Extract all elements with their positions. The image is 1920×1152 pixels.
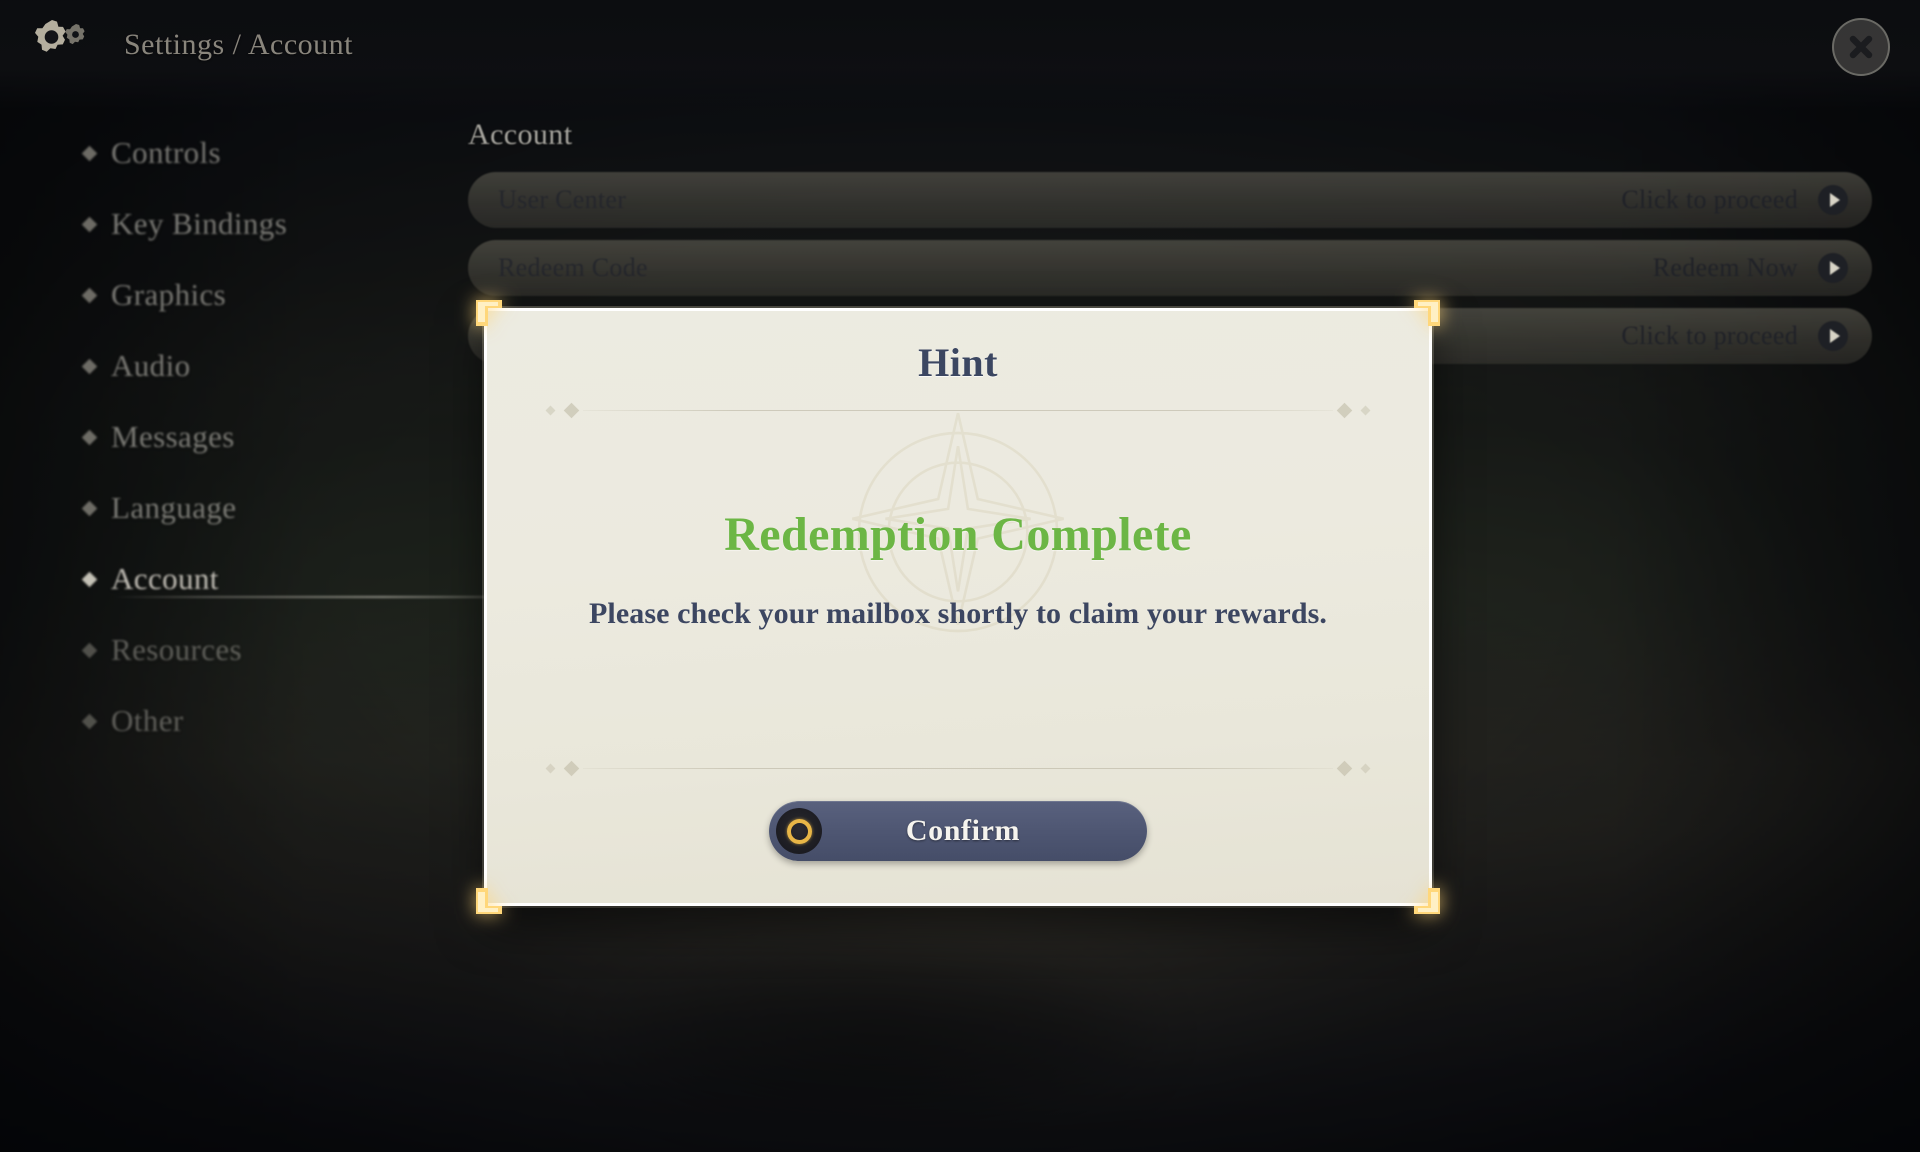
arrow-right-circle-icon[interactable] (1816, 183, 1850, 217)
top-bar: Settings / Account (0, 0, 1920, 110)
sidebar-item-account[interactable]: Account (81, 550, 564, 608)
diamond-bullet-icon (81, 713, 98, 729)
sidebar-item-key-bindings[interactable]: Key Bindings (81, 195, 414, 253)
divider-diamond (1336, 402, 1353, 418)
close-button[interactable] (1832, 18, 1890, 76)
settings-row[interactable]: User Center Click to proceed (468, 172, 1872, 228)
divider-diamond (545, 405, 556, 415)
settings-row-action-group[interactable]: Click to proceed (1621, 319, 1850, 353)
arrow-right-circle-icon (1818, 253, 1848, 283)
dialog-title: Hint (918, 340, 998, 385)
diamond-bullet-icon (81, 571, 98, 587)
confirm-button[interactable]: Confirm (769, 801, 1147, 861)
diamond-bullet-icon (81, 145, 98, 161)
dialog-message: Please check your mailbox shortly to cla… (588, 597, 1328, 630)
divider-diamond (1336, 760, 1353, 776)
sidebar-item-other[interactable]: Other (81, 692, 414, 750)
sidebar-item-audio[interactable]: Audio (81, 337, 414, 395)
arrow-right-circle-icon[interactable] (1816, 319, 1850, 353)
sidebar-item-language[interactable]: Language (81, 479, 414, 537)
diamond-bullet-icon (81, 287, 98, 303)
settings-sidebar: Controls Key Bindings Graphics Audio Message… (81, 124, 564, 763)
arrow-right-circle-icon (1818, 185, 1848, 215)
sidebar-item-label: Other (111, 703, 184, 738)
ring-token-icon (776, 808, 822, 854)
confirm-button-label: Confirm (905, 814, 1021, 847)
sidebar-item-graphics[interactable]: Graphics (81, 266, 414, 324)
sidebar-item-messages[interactable]: Messages (81, 408, 414, 466)
settings-row-label: User Center (498, 185, 627, 214)
settings-row-action-group[interactable]: Redeem Now (1653, 251, 1850, 285)
dialog-headline: Redemption Complete (724, 508, 1192, 561)
sidebar-item-label: Account (111, 561, 219, 596)
sidebar-item-label: Audio (111, 348, 191, 383)
divider-diamond (563, 402, 580, 418)
divider-diamond (1360, 763, 1371, 773)
diamond-bullet-icon (81, 642, 98, 658)
hint-dialog: Hint Redemption Complete Please check yo… (476, 300, 1440, 914)
settings-row-label: Redeem Code (498, 253, 648, 282)
divider-diamond (1360, 405, 1371, 415)
sidebar-item-label: Key Bindings (111, 206, 288, 241)
page-title: Account (468, 118, 573, 151)
sidebar-item-label: Graphics (111, 277, 227, 312)
diamond-bullet-icon (81, 429, 98, 445)
breadcrumb: Settings / Account (124, 28, 353, 61)
divider-line (583, 767, 1333, 769)
sidebar-item-controls[interactable]: Controls (81, 124, 414, 182)
divider-line (583, 409, 1333, 411)
diamond-bullet-icon (81, 500, 98, 516)
sidebar-item-label: Messages (111, 419, 235, 454)
arrow-right-circle-icon (1818, 321, 1848, 351)
settings-row-action-label: Click to proceed (1621, 185, 1798, 214)
sidebar-item-label: Language (111, 490, 237, 525)
close-icon (1849, 35, 1873, 59)
divider-diamond (563, 760, 580, 776)
divider-top (541, 402, 1375, 418)
diamond-bullet-icon (81, 216, 98, 232)
settings-row-action-group[interactable]: Click to proceed (1621, 183, 1850, 217)
sidebar-item-label: Resources (111, 632, 243, 667)
divider-bottom (541, 760, 1375, 776)
dialog-body: Hint Redemption Complete Please check yo… (484, 308, 1432, 906)
diamond-bullet-icon (81, 358, 98, 374)
settings-row-action-label: Click to proceed (1621, 321, 1798, 350)
arrow-right-circle-icon[interactable] (1816, 251, 1850, 285)
sidebar-item-label: Controls (111, 135, 221, 170)
gear-icon (26, 16, 92, 78)
settings-row-action-label: Redeem Now (1652, 253, 1798, 282)
settings-row[interactable]: Redeem Code Redeem Now (468, 240, 1872, 296)
divider-diamond (545, 763, 556, 773)
sidebar-item-resources[interactable]: Resources (81, 621, 414, 679)
